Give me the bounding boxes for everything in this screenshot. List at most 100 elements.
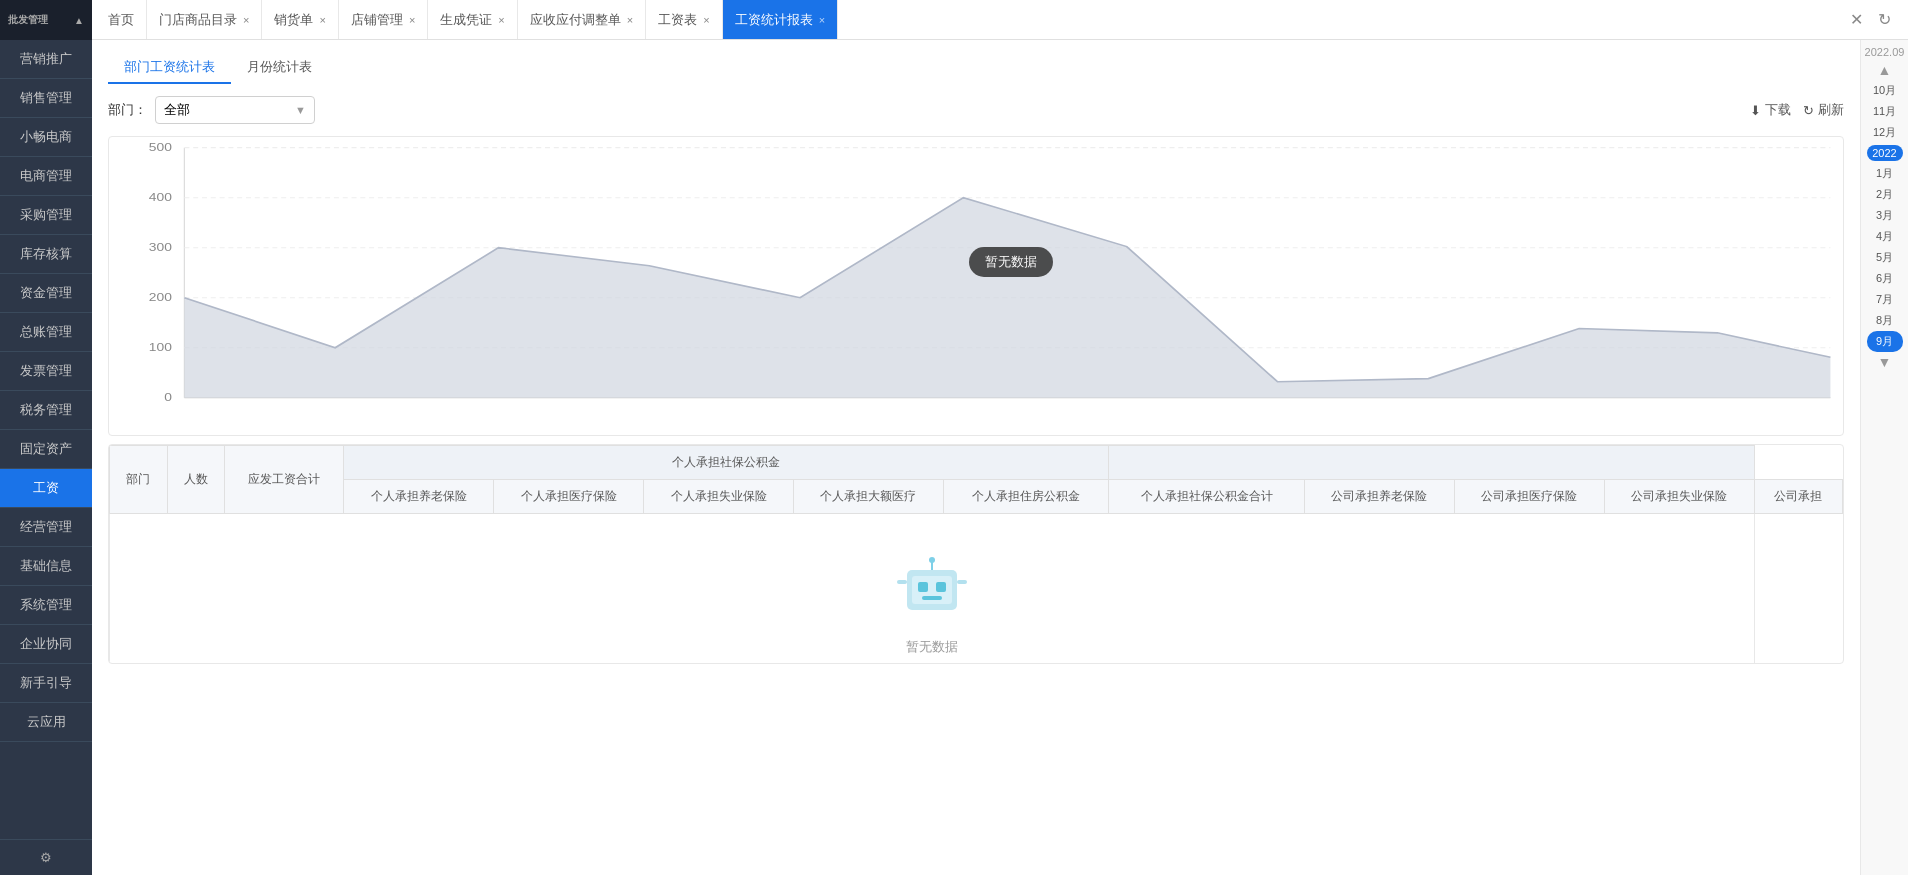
sidebar-item-base[interactable]: 基础信息 [0,547,92,586]
refresh-button[interactable]: ↻ 刷新 [1803,101,1844,119]
toolbar: 部门： 全部 ▼ ⬇ 下载 ↻ 刷新 [108,96,1844,124]
download-icon: ⬇ [1750,103,1761,118]
timeline-month-3月[interactable]: 3月 [1861,205,1908,226]
timeline-month-2月[interactable]: 2月 [1861,184,1908,205]
col-header-total: 应发工资合计 [225,446,344,514]
col-subheader: 公司承担医疗保险 [1454,480,1604,514]
sub-tab-monthly-stats[interactable]: 月份统计表 [231,52,328,84]
empty-state: 暂无数据 [120,520,1744,664]
col-subheader: 个人承担大额医疗 [793,480,943,514]
tab-close-sales-order[interactable]: × [319,14,325,26]
sidebar: 批发管理 ▲ 营销推广销售管理小畅电商电商管理采购管理库存核算资金管理总账管理发… [0,0,92,875]
sub-tabs: 部门工资统计表月份统计表 [108,52,1844,84]
sidebar-item-payroll[interactable]: 工资 [0,469,92,508]
timeline-month-11月[interactable]: 11月 [1861,101,1908,122]
svg-rect-17 [936,582,946,592]
tab-close-store-mgmt[interactable]: × [409,14,415,26]
sidebar-title[interactable]: 批发管理 ▲ [0,0,92,40]
tab-bar-end: ✕ ↻ [1844,8,1904,32]
tab-voucher[interactable]: 生成凭证× [428,0,517,40]
sidebar-item-newbie[interactable]: 新手引导 [0,664,92,703]
tab-close-payroll-table[interactable]: × [703,14,709,26]
timeline-month-6月[interactable]: 6月 [1861,268,1908,289]
sub-tab-dept-stats[interactable]: 部门工资统计表 [108,52,231,84]
col-subheader: 个人承担社保公积金合计 [1109,480,1305,514]
svg-text:200: 200 [149,290,172,304]
timeline-year-2022[interactable]: 2022 [1867,145,1903,161]
tab-ar-ap[interactable]: 应收应付调整单× [518,0,646,40]
chevron-down-icon: ▼ [295,104,306,116]
timeline-month-10月[interactable]: 10月 [1861,80,1908,101]
sidebar-item-system[interactable]: 系统管理 [0,586,92,625]
tab-sales-order[interactable]: 销货单× [262,0,338,40]
svg-text:400: 400 [149,190,172,204]
col-group-company [1109,446,1755,480]
sidebar-item-marketing[interactable]: 营销推广 [0,40,92,79]
sidebar-item-enterprise[interactable]: 企业协同 [0,625,92,664]
tab-store-mgmt[interactable]: 店铺管理× [339,0,428,40]
sidebar-item-invoice[interactable]: 发票管理 [0,352,92,391]
table-section[interactable]: 部门 人数 应发工资合计 个人承担社保公积金 个人承担养老保险个人承担医疗保险个… [108,444,1844,664]
tab-payroll-table[interactable]: 工资表× [646,0,722,40]
tab-close-ar-ap[interactable]: × [627,14,633,26]
col-subheader: 个人承担养老保险 [344,480,494,514]
sidebar-item-tax[interactable]: 税务管理 [0,391,92,430]
svg-point-20 [929,557,935,563]
tab-close-catalog[interactable]: × [243,14,249,26]
sidebar-item-sales[interactable]: 销售管理 [0,79,92,118]
empty-icon [892,550,972,630]
refresh-page-button[interactable]: ↻ [1872,8,1896,32]
timeline-nav-down[interactable]: ▼ [1861,352,1908,372]
sidebar-item-cloud[interactable]: 云应用 [0,703,92,742]
close-all-button[interactable]: ✕ [1844,8,1868,32]
timeline-entries: 10月11月12月 2022 1月2月3月4月5月6月7月8月9月 [1861,80,1908,352]
sidebar-item-ecommerce-small[interactable]: 小畅电商 [0,118,92,157]
main-area: 首页门店商品目录×销货单×店铺管理×生成凭证×应收应付调整单×工资表×工资统计报… [92,0,1908,875]
sidebar-title-label: 批发管理 [8,13,48,27]
sidebar-item-inventory[interactable]: 库存核算 [0,235,92,274]
timeline-month-8月[interactable]: 8月 [1861,310,1908,331]
col-subheader: 个人承担失业保险 [644,480,794,514]
tabs-container: 首页门店商品目录×销货单×店铺管理×生成凭证×应收应付调整单×工资表×工资统计报… [96,0,838,39]
settings-icon: ⚙ [40,850,52,865]
timeline-month-active[interactable]: 9月 [1867,331,1903,352]
tab-close-voucher[interactable]: × [498,14,504,26]
timeline-month-1月[interactable]: 1月 [1861,163,1908,184]
sidebar-collapse-icon[interactable]: ▲ [74,15,84,26]
tab-payroll-report[interactable]: 工资统计报表× [723,0,838,40]
timeline-month-5月[interactable]: 5月 [1861,247,1908,268]
timeline-month-4月[interactable]: 4月 [1861,226,1908,247]
chart-area: 0 100 200 300 400 500 暂无数据 [108,136,1844,436]
col-subheader: 公司承担养老保险 [1304,480,1454,514]
content-area: 部门工资统计表月份统计表 部门： 全部 ▼ ⬇ 下载 ↻ [92,40,1908,875]
page-content: 部门工资统计表月份统计表 部门： 全部 ▼ ⬇ 下载 ↻ [92,40,1860,875]
dept-select[interactable]: 全部 ▼ [155,96,315,124]
col-subheader: 公司承担 [1754,480,1842,514]
sidebar-item-finance[interactable]: 资金管理 [0,274,92,313]
refresh-label: 刷新 [1818,101,1844,119]
dept-label: 部门： [108,101,147,119]
sidebar-item-operations[interactable]: 经营管理 [0,508,92,547]
sidebar-item-ecommerce[interactable]: 电商管理 [0,157,92,196]
tab-close-payroll-report[interactable]: × [819,14,825,26]
col-subheader: 公司承担失业保险 [1604,480,1754,514]
timeline-nav-up[interactable]: ▲ [1861,60,1908,80]
svg-rect-22 [957,580,967,584]
svg-text:500: 500 [149,140,172,154]
svg-text:100: 100 [149,340,172,354]
timeline-month-7月[interactable]: 7月 [1861,289,1908,310]
toolbar-right: ⬇ 下载 ↻ 刷新 [1750,101,1844,119]
svg-rect-18 [922,596,942,600]
col-header-dept: 部门 [110,446,168,514]
chart-svg: 0 100 200 300 400 500 [109,137,1843,435]
settings-button[interactable]: ⚙ [0,839,92,875]
download-button[interactable]: ⬇ 下载 [1750,101,1791,119]
col-subheader: 个人承担医疗保险 [494,480,644,514]
tab-home[interactable]: 首页 [96,0,147,40]
sidebar-item-ledger[interactable]: 总账管理 [0,313,92,352]
sidebar-item-purchase[interactable]: 采购管理 [0,196,92,235]
timeline-month-12月[interactable]: 12月 [1861,122,1908,143]
sidebar-item-assets[interactable]: 固定资产 [0,430,92,469]
dept-select-value: 全部 [164,101,190,119]
tab-catalog[interactable]: 门店商品目录× [147,0,262,40]
